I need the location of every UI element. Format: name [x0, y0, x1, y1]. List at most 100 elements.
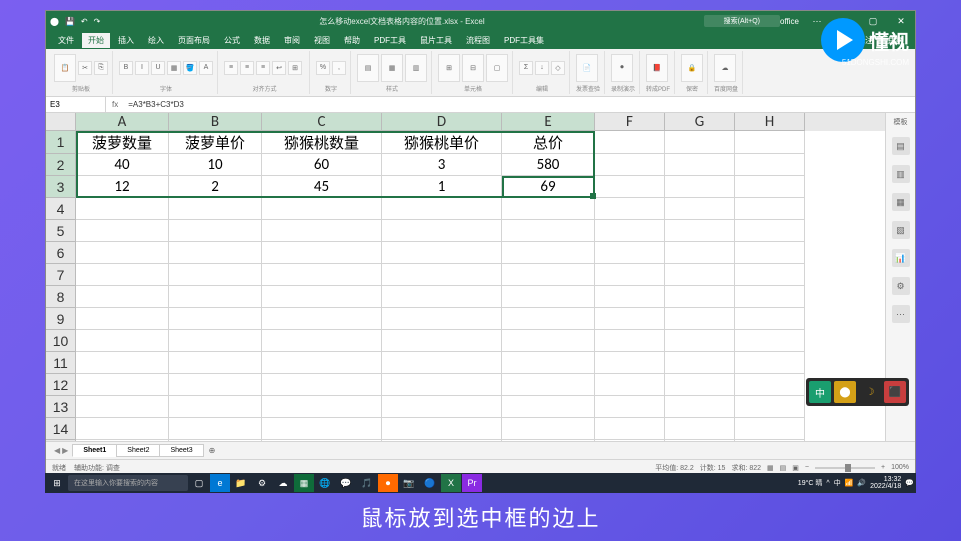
row-header-5[interactable]: 5	[46, 220, 76, 242]
side-icon-1[interactable]: ▤	[892, 137, 910, 155]
row-header-2[interactable]: 2	[46, 154, 76, 176]
taskbar-app-1[interactable]: e	[210, 474, 230, 492]
cloud-button[interactable]: ☁	[714, 54, 736, 82]
menu-flowchart[interactable]: 流程图	[460, 33, 496, 48]
row-header-15[interactable]: 15	[46, 440, 76, 441]
taskbar-app-3[interactable]: ⚙	[252, 474, 272, 492]
undo-icon[interactable]: ↶	[81, 17, 88, 26]
menu-view[interactable]: 视图	[308, 33, 336, 48]
row-header-6[interactable]: 6	[46, 242, 76, 264]
cell-h3[interactable]	[735, 176, 805, 198]
fillcolor-button[interactable]: 🪣	[183, 61, 197, 75]
cell-f2[interactable]	[595, 154, 665, 176]
taskbar-app-11[interactable]: 🔵	[420, 474, 440, 492]
side-icon-3[interactable]: ▦	[892, 193, 910, 211]
col-header-d[interactable]: D	[382, 113, 502, 131]
taskbar-app-2[interactable]: 📁	[231, 474, 251, 492]
insert-cells-button[interactable]: ⊞	[438, 54, 460, 82]
tab-sheet1[interactable]: Sheet1	[72, 444, 117, 457]
align-center-button[interactable]: ≡	[240, 61, 254, 75]
tray-chevron-icon[interactable]: ^	[826, 480, 829, 487]
row-header-14[interactable]: 14	[46, 418, 76, 440]
cell-d2[interactable]: 3	[382, 154, 502, 176]
menu-draw[interactable]: 绘入	[142, 33, 170, 48]
menu-help[interactable]: 帮助	[338, 33, 366, 48]
invoice-button[interactable]: 📄	[576, 54, 598, 82]
cell-b3[interactable]: 2	[169, 176, 262, 198]
copy-button[interactable]: ⎘	[94, 61, 108, 75]
zoom-out-button[interactable]: −	[805, 464, 809, 471]
paste-button[interactable]: 📋	[54, 54, 76, 82]
underline-button[interactable]: U	[151, 61, 165, 75]
menu-review[interactable]: 审阅	[278, 33, 306, 48]
tray-ime-icon[interactable]: 中	[834, 478, 841, 488]
tab-next-icon[interactable]: ▶	[62, 446, 68, 455]
taskbar-app-6[interactable]: 🌐	[315, 474, 335, 492]
cell-f1[interactable]	[595, 131, 665, 154]
view-pagelayout-icon[interactable]: ▤	[780, 464, 787, 472]
align-right-button[interactable]: ≡	[256, 61, 270, 75]
col-header-f[interactable]: F	[595, 113, 665, 131]
cell-g1[interactable]	[665, 131, 735, 154]
cut-button[interactable]: ✂	[78, 61, 92, 75]
autosave-icon[interactable]: ⬤	[50, 17, 59, 26]
cell-h2[interactable]	[735, 154, 805, 176]
col-header-g[interactable]: G	[665, 113, 735, 131]
cell-a3[interactable]: 12	[76, 176, 169, 198]
cell-h1[interactable]	[735, 131, 805, 154]
cell-d3[interactable]: 1	[382, 176, 502, 198]
taskbar-app-13[interactable]: Pr	[462, 474, 482, 492]
condfmt-button[interactable]: ▤	[357, 54, 379, 82]
align-left-button[interactable]: ≡	[224, 61, 238, 75]
format-cells-button[interactable]: ▢	[486, 54, 508, 82]
taskbar-app-4[interactable]: ☁	[273, 474, 293, 492]
menu-insert[interactable]: 插入	[112, 33, 140, 48]
pdfconv-button[interactable]: 📕	[646, 54, 668, 82]
cell-e1[interactable]: 总价	[502, 131, 595, 154]
side-icon-5[interactable]: 📊	[892, 249, 910, 267]
taskbar-app-12[interactable]: X	[441, 474, 461, 492]
menu-file[interactable]: 文件	[52, 33, 80, 48]
taskbar-app-7[interactable]: 💬	[336, 474, 356, 492]
cell-a2[interactable]: 40	[76, 154, 169, 176]
taskview-icon[interactable]: ▢	[189, 474, 209, 492]
cell-e3[interactable]: 69	[502, 176, 595, 198]
cell-c2[interactable]: 60	[262, 154, 382, 176]
privacy-button[interactable]: 🔒	[681, 54, 703, 82]
fontcolor-button[interactable]: A	[199, 61, 213, 75]
row-header-11[interactable]: 11	[46, 352, 76, 374]
start-button[interactable]: ⊞	[47, 474, 67, 492]
col-header-a[interactable]: A	[76, 113, 169, 131]
user-label[interactable]: office	[780, 17, 799, 26]
tray-wifi-icon[interactable]: 📶	[845, 479, 854, 487]
menu-data[interactable]: 数据	[248, 33, 276, 48]
menu-pagelayout[interactable]: 页面布局	[172, 33, 216, 48]
cell-f3[interactable]	[595, 176, 665, 198]
menu-pdfset[interactable]: PDF工具集	[498, 33, 550, 48]
status-access[interactable]: 辅助功能: 调查	[74, 463, 120, 473]
cell-d1[interactable]: 猕猴桃单价	[382, 131, 502, 154]
zoom-in-button[interactable]: +	[881, 464, 885, 471]
select-all-corner[interactable]	[46, 113, 76, 131]
cell-b1[interactable]: 菠萝单价	[169, 131, 262, 154]
tray-time[interactable]: 13:32	[870, 476, 901, 483]
tray-notifications-icon[interactable]: 💬	[905, 479, 914, 487]
cell-g3[interactable]	[665, 176, 735, 198]
taskbar-app-8[interactable]: 🎵	[357, 474, 377, 492]
italic-button[interactable]: I	[135, 61, 149, 75]
menu-home[interactable]: 开始	[82, 33, 110, 48]
taskbar-app-5[interactable]: ▦	[294, 474, 314, 492]
clear-button[interactable]: ◇	[551, 61, 565, 75]
cellstyle-button[interactable]: ▥	[405, 54, 427, 82]
tray-weather[interactable]: 19°C 晴	[798, 478, 823, 488]
cell-g2[interactable]	[665, 154, 735, 176]
view-pagebreak-icon[interactable]: ▣	[792, 464, 799, 472]
save-icon[interactable]: 💾	[65, 17, 75, 26]
col-header-h[interactable]: H	[735, 113, 805, 131]
view-normal-icon[interactable]: ▦	[767, 464, 774, 472]
redo-icon[interactable]: ↷	[94, 17, 101, 26]
col-header-e[interactable]: E	[502, 113, 595, 131]
merge-button[interactable]: ⊞	[288, 61, 302, 75]
autosum-button[interactable]: Σ	[519, 61, 533, 75]
delete-cells-button[interactable]: ⊟	[462, 54, 484, 82]
